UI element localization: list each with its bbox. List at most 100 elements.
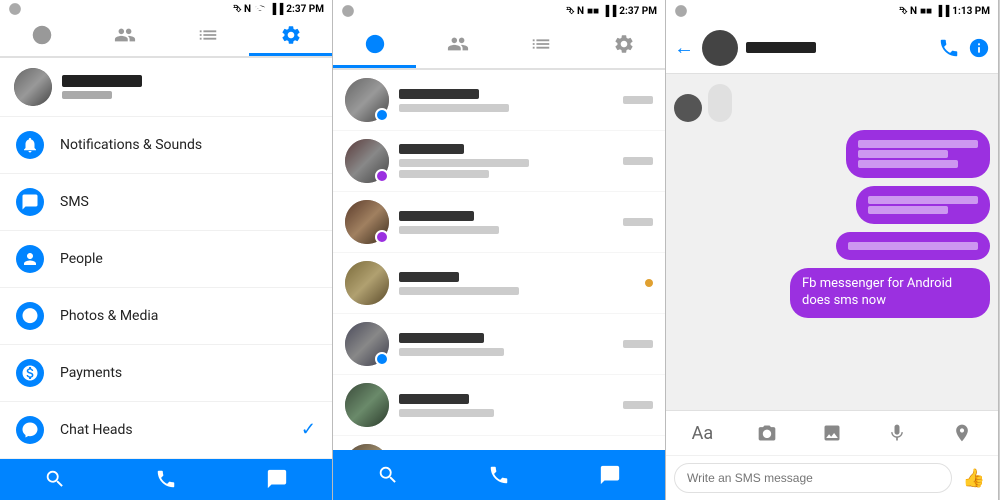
back-button[interactable]: ←: [674, 35, 694, 60]
payments-label: Payments: [60, 365, 316, 381]
chat-header-info: [746, 42, 816, 53]
settings-item-photos[interactable]: Photos & Media: [0, 288, 332, 345]
bottom-bar-1: [0, 459, 332, 500]
list-item[interactable]: [333, 70, 665, 131]
status-bar-2: ⮷ N ■■ ▐▐ 2:37 PM: [333, 0, 665, 22]
list-item[interactable]: [333, 375, 665, 436]
phone-button-1[interactable]: [111, 459, 222, 500]
tab-contacts-2[interactable]: [416, 22, 499, 68]
list-item[interactable]: [333, 253, 665, 314]
sender-avatar: [674, 94, 702, 122]
notifications-label: Notifications & Sounds: [60, 137, 316, 153]
nav-tabs-2: [333, 22, 665, 70]
status-icons-left: [8, 2, 22, 16]
profile-info: [62, 75, 142, 99]
tab-list-2[interactable]: [499, 22, 582, 68]
person-icon: [16, 245, 44, 273]
tab-settings-1[interactable]: [249, 18, 332, 56]
time-1: 2:37 PM: [286, 4, 324, 15]
conv-content: [399, 333, 623, 356]
conv-right: [623, 157, 653, 165]
conv-content: [399, 211, 623, 234]
conv-right: [623, 218, 653, 226]
avatar: [14, 68, 52, 106]
tab-recent-1[interactable]: [0, 18, 83, 56]
photos-label: Photos & Media: [60, 308, 316, 324]
settings-item-sms[interactable]: SMS: [0, 174, 332, 231]
phone-icon[interactable]: [938, 37, 960, 59]
settings-item-people[interactable]: People: [0, 231, 332, 288]
chatheads-label: Chat Heads: [60, 422, 301, 438]
conv-right: [623, 340, 653, 348]
time-2: 2:37 PM: [619, 6, 657, 17]
chat-bubble-sent-3: [836, 232, 990, 260]
chat-bubble-sent-text: Fb messenger for Android does sms now: [790, 268, 990, 318]
avatar: [345, 322, 389, 366]
status-time-2: ⮷ N ■■ ▐▐ 2:37 PM: [566, 6, 657, 17]
chat-button-2[interactable]: [554, 450, 665, 500]
settings-item-payments[interactable]: Payments: [0, 345, 332, 402]
mic-btn[interactable]: [881, 417, 913, 449]
status-time-1: ⮷ N ▐▐ 2:37 PM: [233, 3, 324, 15]
chat-input-bar: Aa 👍: [666, 410, 998, 500]
panel-conversations: ⮷ N ■■ ▐▐ 2:37 PM: [333, 0, 666, 500]
chat-name-blur: [746, 42, 816, 53]
conv-right: [645, 279, 653, 287]
settings-item-chatheads[interactable]: Chat Heads ✓: [0, 402, 332, 459]
phone-button-2[interactable]: [444, 450, 555, 500]
conv-content: [399, 144, 623, 178]
conversations-list: [333, 70, 665, 450]
conv-right: [623, 96, 653, 104]
chat-header-actions: [938, 37, 990, 59]
message-row: [674, 232, 990, 260]
send-button[interactable]: 👍: [958, 462, 990, 494]
tab-recent-2[interactable]: [333, 22, 416, 68]
panel-chat: ⮷ N ■■ ▐▐ 1:13 PM ←: [666, 0, 999, 500]
message-row: [674, 186, 990, 224]
status-bar-3: ⮷ N ■■ ▐▐ 1:13 PM: [666, 0, 998, 22]
sms-label: SMS: [60, 194, 316, 210]
dollar-icon: [16, 359, 44, 387]
chat-input-row: 👍: [666, 456, 998, 500]
status-bar-1: ⮷ N ▐▐ 2:37 PM: [0, 0, 332, 18]
chat-bubble-received: [708, 84, 732, 122]
list-item[interactable]: [333, 436, 665, 450]
panel-settings: ⮷ N ▐▐ 2:37 PM: [0, 0, 333, 500]
bubble-icon: [16, 416, 44, 444]
settings-item-notifications[interactable]: Notifications & Sounds: [0, 117, 332, 174]
location-btn[interactable]: [946, 417, 978, 449]
time-3: 1:13 PM: [952, 6, 990, 17]
status-icons-left-2: [341, 4, 355, 18]
image-btn[interactable]: [816, 417, 848, 449]
bottom-bar-2: [333, 450, 665, 500]
chat-input[interactable]: [674, 463, 952, 493]
tab-contacts-1[interactable]: [83, 18, 166, 56]
search-button-2[interactable]: [333, 450, 444, 500]
bell-icon: [16, 131, 44, 159]
list-item[interactable]: [333, 131, 665, 192]
profile-row: [0, 58, 332, 117]
chat-area: Fb messenger for Android does sms now: [666, 74, 998, 410]
avatar: [345, 78, 389, 122]
chat-bubble-sent-2: [856, 186, 990, 224]
camera-btn[interactable]: [751, 417, 783, 449]
conv-content: [399, 272, 645, 295]
search-button-1[interactable]: [0, 459, 111, 500]
tab-list-1[interactable]: [166, 18, 249, 56]
profile-sub-blur: [62, 91, 112, 99]
profile-name-blur: [62, 75, 142, 87]
avatar: [345, 139, 389, 183]
chat-bubble-sent: [846, 130, 990, 178]
list-item[interactable]: [333, 314, 665, 375]
avatar: [345, 261, 389, 305]
message-row: Fb messenger for Android does sms now: [674, 268, 990, 318]
keyboard-btn[interactable]: Aa: [686, 417, 718, 449]
chat-button-1[interactable]: [221, 459, 332, 500]
conv-content: [399, 89, 623, 112]
chatheads-check: ✓: [301, 419, 316, 440]
camera-icon: [16, 302, 44, 330]
list-item[interactable]: [333, 192, 665, 253]
info-icon[interactable]: [968, 37, 990, 59]
conv-right: [623, 401, 653, 409]
tab-settings-2[interactable]: [582, 22, 665, 68]
